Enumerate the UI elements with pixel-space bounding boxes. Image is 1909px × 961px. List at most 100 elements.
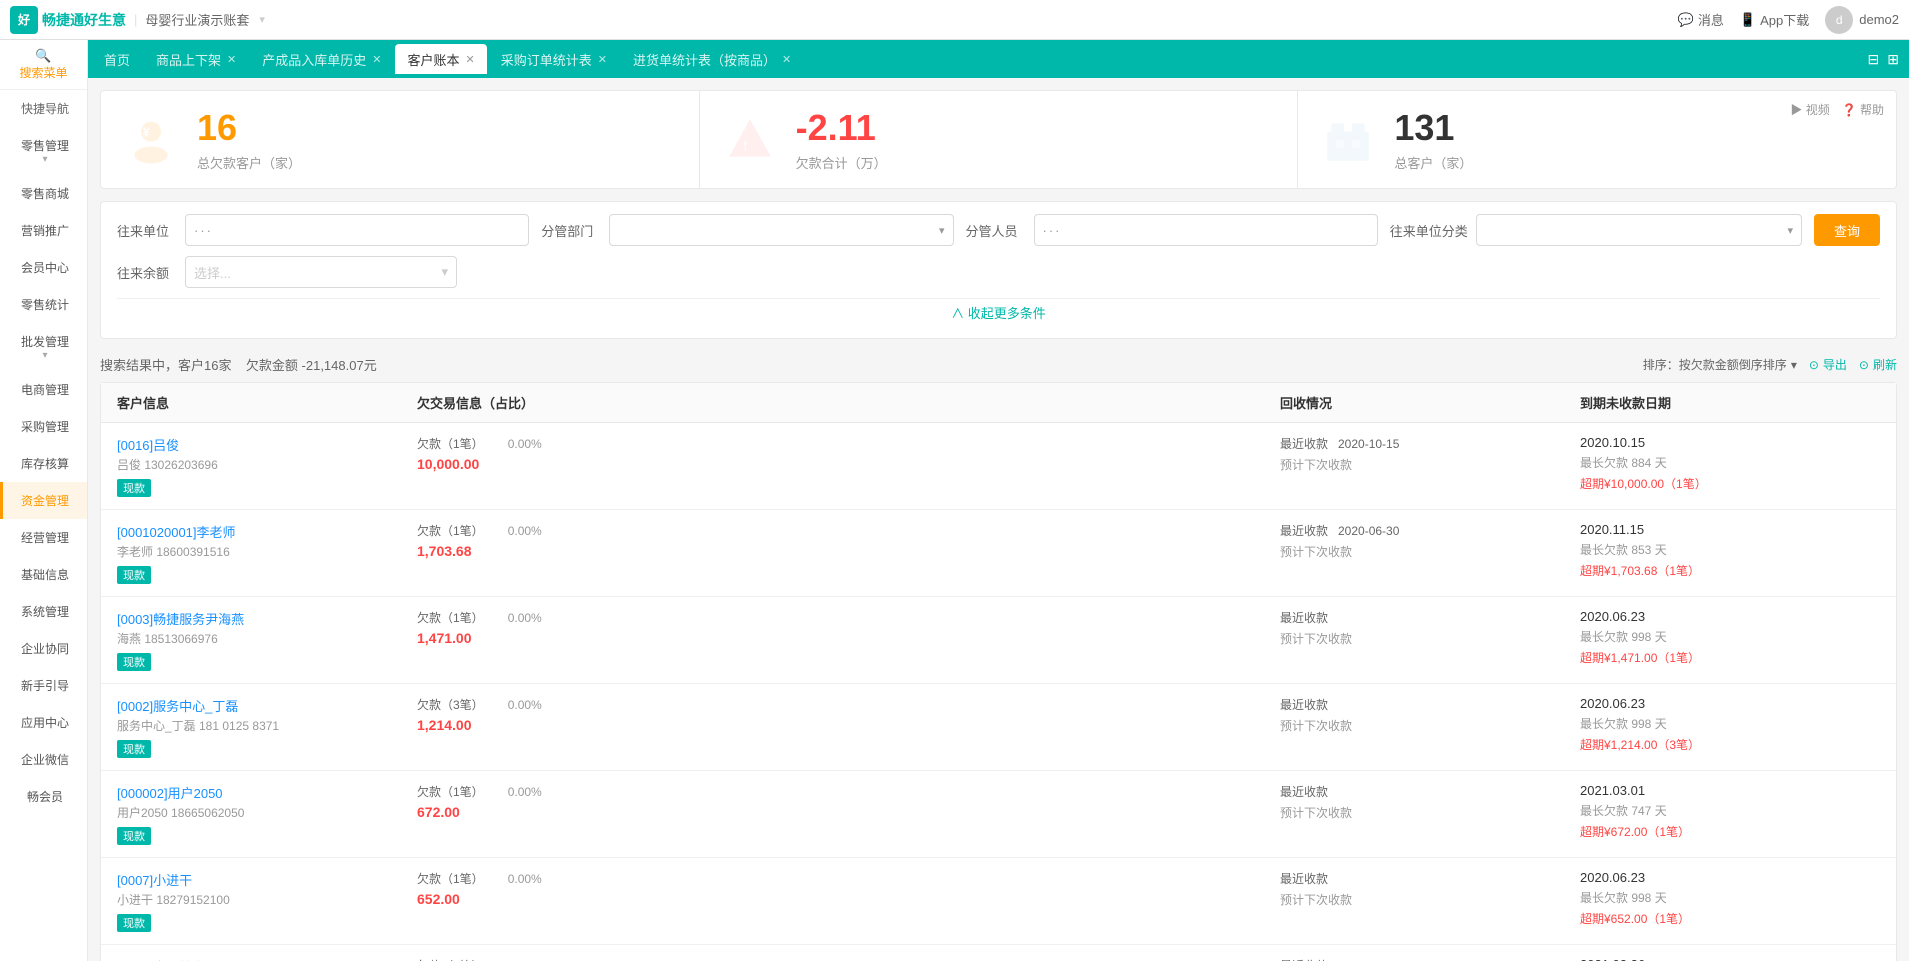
search-label[interactable]: 搜索菜单 <box>6 64 81 81</box>
table-body: [0016]吕俊 吕俊 13026203696 现款 欠款（1笔） 10,000… <box>101 423 1896 961</box>
customer-name-4[interactable]: [000002]用户2050 <box>117 783 417 802</box>
debt-amount-3[interactable]: 1,214.00 <box>417 717 484 733</box>
sidebar-item-wholesale-mgmt[interactable]: 批发管理 ▾ <box>0 323 87 371</box>
logo-icon: 好 <box>10 6 38 34</box>
tab-close-icon-2[interactable]: ✕ <box>372 53 381 66</box>
customer-name-6[interactable]: [0006]去下粮仓 <box>117 957 417 961</box>
sidebar-item-member[interactable]: 畅会员 <box>0 778 87 815</box>
table-row: [0002]服务中心_丁磊 服务中心_丁磊 181 0125 8371 现款 欠… <box>101 684 1896 771</box>
search-button[interactable]: 查询 <box>1814 214 1880 246</box>
customer-sub-0: 吕俊 13026203696 <box>117 456 417 473</box>
tab-close-icon-5[interactable]: ✕ <box>782 53 791 66</box>
tab-purchase-stats[interactable]: 采购订单统计表 ✕ <box>489 44 619 74</box>
avatar-img: d <box>1825 6 1853 34</box>
tab-customer-account[interactable]: 客户账本 ✕ <box>395 44 486 74</box>
sidebar-item-collab[interactable]: 企业协同 <box>0 630 87 667</box>
sidebar-item-app-center[interactable]: 应用中心 <box>0 704 87 741</box>
overdue-link-0[interactable]: 超期¥10,000.00（1笔） <box>1580 475 1880 492</box>
recovery-date-3: 预计下次收款 <box>1280 717 1580 734</box>
tab-storage-history[interactable]: 产成品入库单历史 ✕ <box>250 44 393 74</box>
customer-sub-3: 服务中心_丁磊 181 0125 8371 <box>117 717 417 734</box>
overdue-date-0: 2020.10.15 <box>1580 435 1880 450</box>
user-avatar[interactable]: d demo2 <box>1825 6 1899 34</box>
recovery-cell-4: 最近收款 预计下次收款 <box>1280 783 1580 821</box>
tab-minimize-icon[interactable]: ⊟ <box>1868 51 1880 68</box>
overdue-link-5[interactable]: 超期¥652.00（1笔） <box>1580 910 1880 927</box>
tab-expand-icon[interactable]: ⊞ <box>1887 51 1899 68</box>
total-customers-icon <box>1318 110 1378 170</box>
sidebar-item-finance[interactable]: 资金管理 <box>0 482 87 519</box>
overdue-days-2: 最长欠款 998 天 <box>1580 628 1880 645</box>
debt-cell-1: 欠款（1笔） 1,703.68 0.00% <box>417 522 1280 559</box>
tab-storage-history-label: 产成品入库单历史 <box>262 50 366 69</box>
debt-row-0: 欠款（1笔） 10,000.00 0.00% <box>417 435 1280 472</box>
export-icon: ⊙ <box>1809 358 1819 372</box>
overdue-link-4[interactable]: 超期¥672.00（1笔） <box>1580 823 1880 840</box>
overdue-link-2[interactable]: 超期¥1,471.00（1笔） <box>1580 649 1880 666</box>
app-download-btn[interactable]: 📱 App下载 <box>1740 10 1809 29</box>
results-amount: 欠款金额 -21,148.07元 <box>246 358 377 373</box>
recovery-cell-0: 最近收款 2020-10-15 预计下次收款 <box>1280 435 1580 473</box>
company-dropdown-arrow[interactable]: ▾ <box>259 13 265 26</box>
tab-goods-stats[interactable]: 进货单统计表（按商品） ✕ <box>621 44 803 74</box>
sidebar-item-marketing[interactable]: 营销推广 <box>0 212 87 249</box>
sidebar-item-enterprise-wechat[interactable]: 企业微信 <box>0 741 87 778</box>
debt-cell-5: 欠款（1笔） 652.00 0.00% <box>417 870 1280 907</box>
sidebar-item-retail-store[interactable]: 零售商城 <box>0 175 87 212</box>
manager-input[interactable]: ··· <box>1034 214 1378 246</box>
tab-close-icon-3[interactable]: ✕ <box>466 53 475 66</box>
sort-button[interactable]: 排序：按欠款金额倒序排序 ▾ <box>1643 356 1797 373</box>
customer-name-5[interactable]: [0007]小进干 <box>117 870 417 889</box>
debt-row-6: 欠款（1笔） 455.90 0.00% <box>417 957 1280 961</box>
tab-close-icon-4[interactable]: ✕ <box>598 53 607 66</box>
message-btn[interactable]: 💬 消息 <box>1678 10 1724 29</box>
customer-name-3[interactable]: [0002]服务中心_丁磊 <box>117 696 417 715</box>
debt-amount-1[interactable]: 1,703.68 <box>417 543 484 559</box>
source-unit-input[interactable]: ··· <box>185 214 529 246</box>
video-btn[interactable]: ▶ 视频 <box>1790 101 1829 118</box>
tab-close-icon[interactable]: ✕ <box>227 53 236 66</box>
category-input[interactable]: ▾ <box>1476 214 1802 246</box>
sidebar-item-basic-info[interactable]: 基础信息 <box>0 556 87 593</box>
overdue-cell-0: 2020.10.15 最长欠款 884 天 超期¥10,000.00（1笔） <box>1580 435 1880 492</box>
overdue-link-1[interactable]: 超期¥1,703.68（1笔） <box>1580 562 1880 579</box>
customer-name-0[interactable]: [0016]吕俊 <box>117 435 417 454</box>
tab-home[interactable]: 首页 <box>92 44 142 74</box>
sidebar-item-members[interactable]: 会员中心 <box>0 249 87 286</box>
sidebar-item-inventory[interactable]: 库存核算 <box>0 445 87 482</box>
balance-select[interactable]: 选择... ▾ <box>185 256 457 288</box>
sidebar-item-purchase[interactable]: 采购管理 <box>0 408 87 445</box>
debt-amount-0[interactable]: 10,000.00 <box>417 456 484 472</box>
debt-count-1: 欠款（1笔） <box>417 522 484 539</box>
sidebar-item-retail-mgmt[interactable]: 零售管理 ▾ <box>0 127 87 175</box>
stat-card-debt-total: ! -2.11 欠款合计（万） <box>700 91 1299 188</box>
export-button[interactable]: ⊙ 导出 <box>1809 356 1847 373</box>
customer-name-1[interactable]: [0001020001]李老师 <box>117 522 417 541</box>
balance-dropdown-icon: ▾ <box>441 264 448 280</box>
tab-product-listing[interactable]: 商品上下架 ✕ <box>144 44 248 74</box>
tab-home-label: 首页 <box>104 50 130 69</box>
overdue-link-3[interactable]: 超期¥1,214.00（3笔） <box>1580 736 1880 753</box>
sidebar-item-guide[interactable]: 新手引导 <box>0 667 87 704</box>
debt-amount-5[interactable]: 652.00 <box>417 891 484 907</box>
debt-amount-4[interactable]: 672.00 <box>417 804 484 820</box>
sidebar-search[interactable]: 🔍 搜索菜单 <box>0 40 87 90</box>
sidebar-item-ecommerce[interactable]: 电商管理 <box>0 371 87 408</box>
debt-count-3: 欠款（3笔） <box>417 696 484 713</box>
customer-cell-1: [0001020001]李老师 李老师 18600391516 现款 <box>117 522 417 584</box>
refresh-button[interactable]: ⊙ 刷新 <box>1859 356 1897 373</box>
customer-name-2[interactable]: [0003]畅捷服务尹海燕 <box>117 609 417 628</box>
customer-sub-1: 李老师 18600391516 <box>117 543 417 560</box>
help-btn[interactable]: ❓ 帮助 <box>1842 101 1884 118</box>
results-text: 搜索结果中，客户16家 <box>100 358 231 373</box>
top-bar-left: 好 畅捷通好生意 | 母婴行业演示账套 ▾ <box>10 6 265 34</box>
debt-amount-2[interactable]: 1,471.00 <box>417 630 484 646</box>
sidebar-item-operations[interactable]: 经营管理 <box>0 519 87 556</box>
sidebar-item-quicknav[interactable]: 快捷导航 <box>0 90 87 127</box>
dept-input[interactable]: ▾ <box>609 214 953 246</box>
sidebar-item-system[interactable]: 系统管理 <box>0 593 87 630</box>
overdue-cell-6: 2021.02.26 最长欠款 750 天 超期¥455.90（1笔） <box>1580 957 1880 961</box>
debt-row-2: 欠款（1笔） 1,471.00 0.00% <box>417 609 1280 646</box>
sidebar-item-retail-stats[interactable]: 零售统计 <box>0 286 87 323</box>
collapse-button[interactable]: ∧ 收起更多条件 <box>117 298 1880 326</box>
